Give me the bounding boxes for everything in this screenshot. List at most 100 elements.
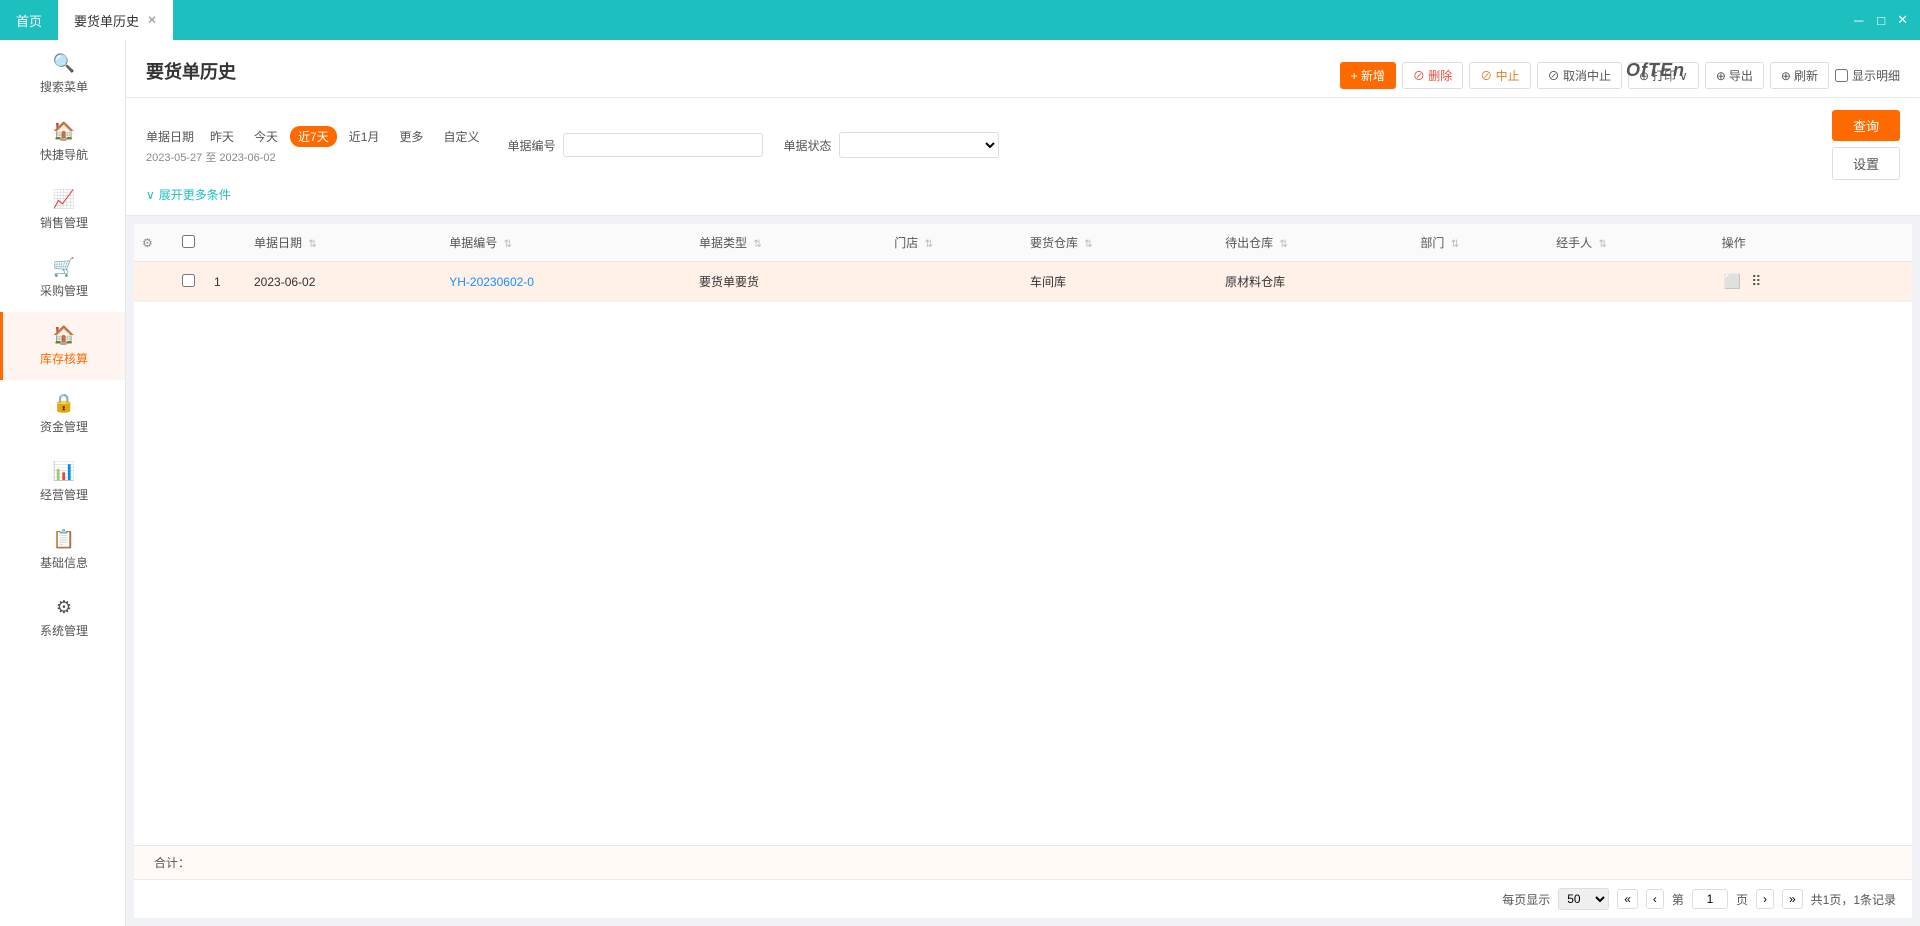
settings-column-header[interactable]: ⚙ <box>134 224 170 262</box>
date-column-header[interactable]: 单据日期 ⇅ <box>246 224 441 262</box>
chip-more[interactable]: 更多 <box>391 126 431 147</box>
handler-column-header[interactable]: 经手人 ⇅ <box>1548 224 1713 262</box>
table-area: ⚙ 单据日期 ⇅ 单据编号 ⇅ <box>134 224 1912 845</box>
checkbox-cell <box>170 262 206 302</box>
settings-button[interactable]: 设置 <box>1832 147 1900 180</box>
table-row: 1 2023-06-02 YH-20230602-0 要货单要货 车间库 原材料… <box>134 262 1912 302</box>
chip-custom[interactable]: 自定义 <box>435 126 487 147</box>
tab-requisition-label: 要货单历史 <box>74 11 139 30</box>
type-column-header[interactable]: 单据类型 ⇅ <box>691 224 886 262</box>
finance-icon: 🔒 <box>53 393 75 414</box>
window-close-button[interactable]: ✕ <box>1897 12 1908 28</box>
sidebar-item-inventory-label: 库存核算 <box>40 350 88 367</box>
sales-icon: 📈 <box>53 189 75 210</box>
view-action-button[interactable]: ⬜ <box>1722 271 1743 292</box>
expand-more-button[interactable]: ∨ 展开更多条件 <box>146 186 1900 203</box>
search-icon: 🔍 <box>53 53 75 74</box>
chip-7days[interactable]: 近7天 <box>290 126 337 147</box>
doc-status-filter: 单据状态 <box>783 132 999 158</box>
minimize-button[interactable]: － <box>1852 11 1865 30</box>
department-column-header[interactable]: 部门 ⇅ <box>1412 224 1548 262</box>
number-cell: YH-20230602-0 <box>441 262 691 302</box>
sort-icon: ⇅ <box>1599 239 1607 250</box>
cancel-stop-button[interactable]: ⊘ 取消中止 <box>1537 62 1622 89</box>
chip-today[interactable]: 今天 <box>246 126 286 147</box>
department-cell <box>1412 262 1548 302</box>
sidebar-item-quick-nav[interactable]: 🏠 快捷导航 <box>0 108 125 176</box>
close-icon[interactable]: ✕ <box>147 13 157 27</box>
sidebar-item-system[interactable]: ⚙ 系统管理 <box>0 584 125 652</box>
sort-icon: ⇅ <box>1084 239 1092 250</box>
sidebar-item-system-label: 系统管理 <box>40 622 88 639</box>
toolbar: + 新增 ⊘ 删除 ⊘ 中止 ⊘ 取消中止 ⊕ 打印 ∨ ⊕ 导出 ⊕ <box>1340 54 1900 97</box>
tab-home-label: 首页 <box>16 11 42 30</box>
expand-more-label: 展开更多条件 <box>159 186 231 203</box>
table-body: 1 2023-06-02 YH-20230602-0 要货单要货 车间库 原材料… <box>134 262 1912 302</box>
sort-icon: ⇅ <box>1451 239 1459 250</box>
display-detail-checkbox[interactable] <box>1835 69 1848 82</box>
tab-home[interactable]: 首页 <box>0 0 58 40</box>
date-filter-label: 单据日期 <box>146 128 194 145</box>
row-checkbox[interactable] <box>182 274 195 287</box>
sidebar-item-purchase[interactable]: 🛒 采购管理 <box>0 244 125 312</box>
doc-number-label: 单据编号 <box>507 137 555 154</box>
date-range-display: 2023-05-27 至 2023-06-02 <box>146 149 487 165</box>
number-column-header[interactable]: 单据编号 ⇅ <box>441 224 691 262</box>
prev-page-button[interactable]: ‹ <box>1646 889 1664 909</box>
query-button[interactable]: 查询 <box>1832 110 1900 141</box>
sidebar-item-sales[interactable]: 📈 销售管理 <box>0 176 125 244</box>
operation-column-header: 操作 <box>1714 224 1912 262</box>
sidebar-item-finance[interactable]: 🔒 资金管理 <box>0 380 125 448</box>
refresh-button[interactable]: ⊕ 刷新 <box>1770 62 1829 89</box>
stop-button[interactable]: ⊘ 中止 <box>1469 62 1530 89</box>
index-cell: 1 <box>206 262 246 302</box>
filter-area: 单据日期 昨天 今天 近7天 近1月 更多 自定义 2023-05-27 至 2… <box>126 98 1920 216</box>
pagination-summary: 共1页，1条记录 <box>1811 891 1896 908</box>
sort-icon: ⇅ <box>753 239 761 250</box>
page-size-select[interactable]: 20 50 100 <box>1558 888 1609 910</box>
first-page-button[interactable]: « <box>1617 889 1638 909</box>
sidebar-item-sales-label: 销售管理 <box>40 214 88 231</box>
print-label: 打印 <box>1652 67 1676 84</box>
store-cell <box>886 262 1022 302</box>
sort-icon: ⇅ <box>925 239 933 250</box>
system-icon: ⚙ <box>56 597 72 618</box>
sidebar-item-operation-label: 经营管理 <box>40 486 88 503</box>
operation-icon: 📊 <box>53 461 75 482</box>
req-warehouse-column-header[interactable]: 要货仓库 ⇅ <box>1022 224 1217 262</box>
refresh-icon: ⊕ <box>1781 69 1791 83</box>
row-actions: ⬜ ⠿ <box>1722 271 1904 292</box>
new-button[interactable]: + 新增 <box>1340 62 1396 89</box>
top-bar: 首页 要货单历史 ✕ － □ ✕ <box>0 0 1920 40</box>
delete-button[interactable]: ⊘ 删除 <box>1402 62 1463 89</box>
maximize-button[interactable]: □ <box>1877 13 1885 28</box>
next-page-button[interactable]: › <box>1756 889 1774 909</box>
chip-1month[interactable]: 近1月 <box>341 126 388 147</box>
print-button[interactable]: ⊕ 打印 ∨ <box>1628 62 1699 89</box>
sidebar-item-basic-info[interactable]: 📋 基础信息 <box>0 516 125 584</box>
sidebar-item-purchase-label: 采购管理 <box>40 282 88 299</box>
chevron-down-icon: ∨ <box>1679 69 1688 83</box>
store-column-header[interactable]: 门店 ⇅ <box>886 224 1022 262</box>
sidebar-item-basic-info-label: 基础信息 <box>40 554 88 571</box>
select-all-checkbox[interactable] <box>182 235 195 248</box>
doc-number-filter: 单据编号 <box>507 133 763 157</box>
page-number-input[interactable] <box>1692 889 1728 909</box>
more-action-button[interactable]: ⠿ <box>1749 271 1763 292</box>
sidebar-item-inventory[interactable]: 🏠 库存核算 <box>0 312 125 380</box>
display-detail-toggle[interactable]: 显示明细 <box>1835 67 1900 84</box>
doc-status-select[interactable] <box>839 132 999 158</box>
sidebar-item-operation[interactable]: 📊 经营管理 <box>0 448 125 516</box>
doc-status-label: 单据状态 <box>783 137 831 154</box>
doc-number-link[interactable]: YH-20230602-0 <box>449 275 534 289</box>
doc-number-input[interactable] <box>563 133 763 157</box>
tab-requisition-history[interactable]: 要货单历史 ✕ <box>58 0 173 40</box>
page-title: 要货单历史 <box>146 58 236 84</box>
last-page-button[interactable]: » <box>1782 889 1803 909</box>
page-size-label: 每页显示 <box>1502 891 1550 908</box>
sidebar-item-search[interactable]: 🔍 搜索菜单 <box>0 40 125 108</box>
page-header: 要货单历史 + 新增 ⊘ 删除 ⊘ 中止 ⊘ 取消中止 ⊕ 打印 ∨ ⊕ 导出 <box>126 40 1920 98</box>
export-button[interactable]: ⊕ 导出 <box>1705 62 1764 89</box>
chip-yesterday[interactable]: 昨天 <box>202 126 242 147</box>
pending-warehouse-column-header[interactable]: 待出仓库 ⇅ <box>1217 224 1412 262</box>
